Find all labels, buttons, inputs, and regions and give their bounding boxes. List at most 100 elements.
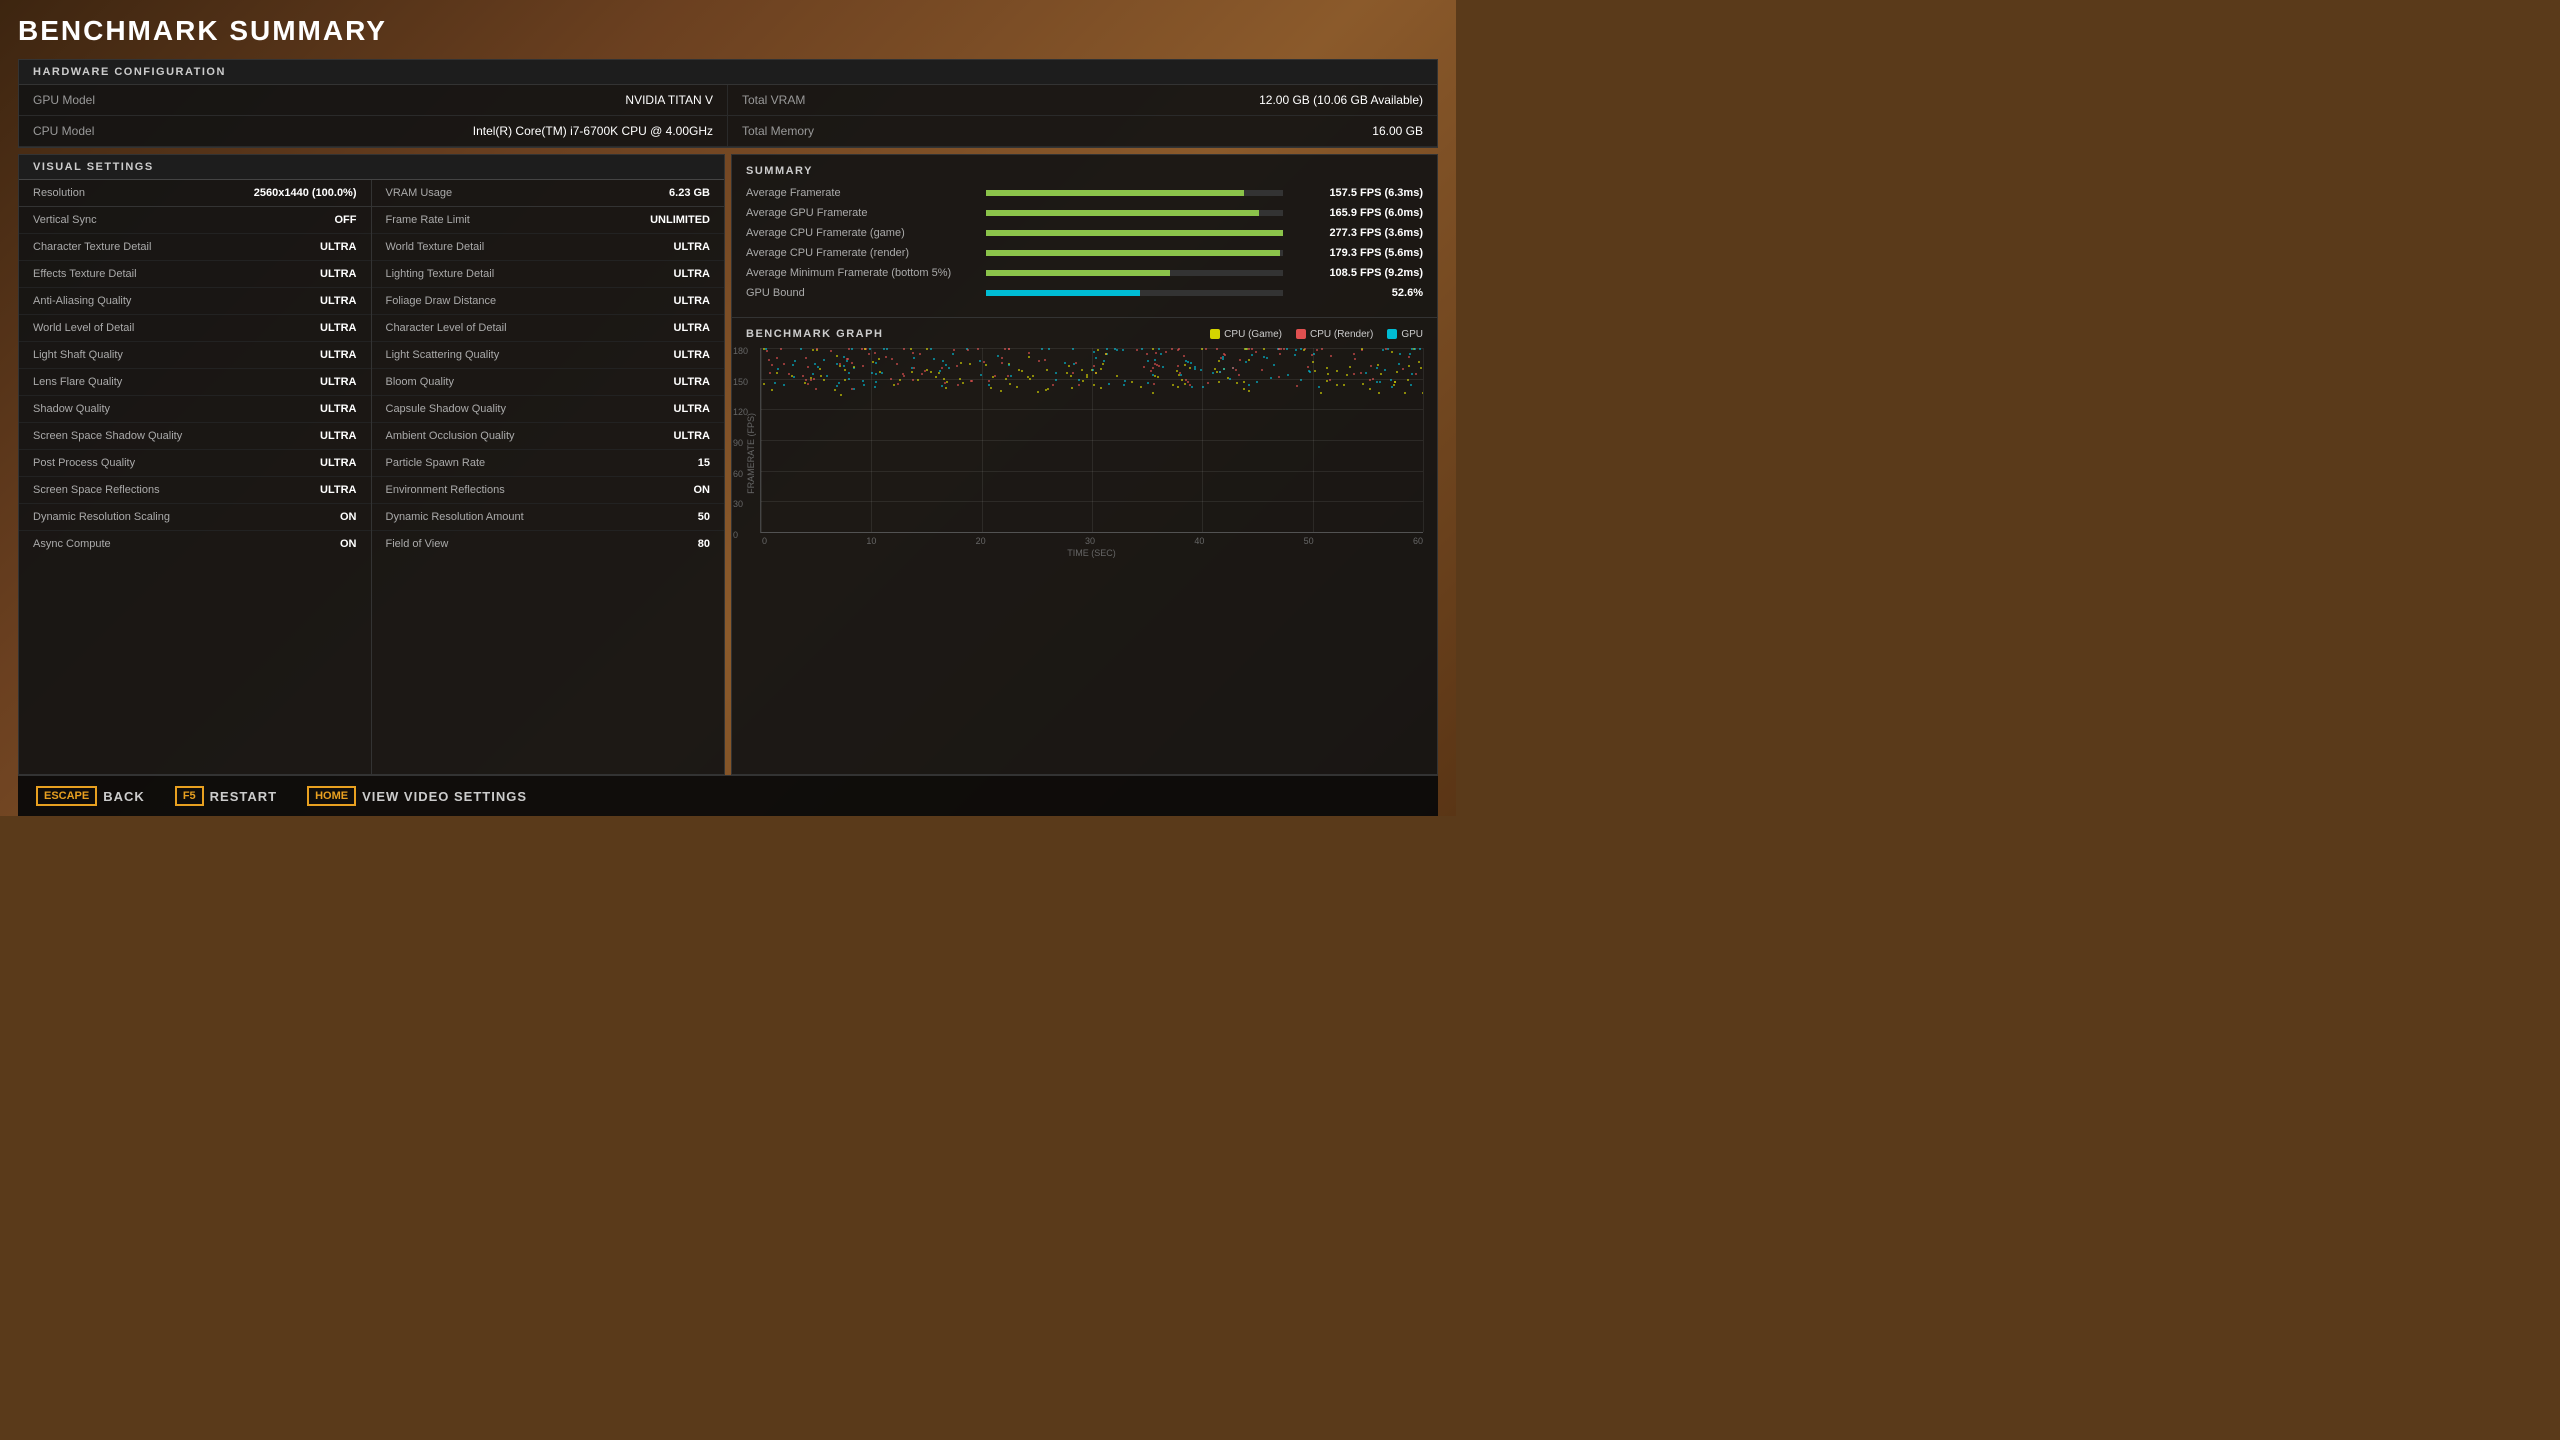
stat-label: GPU Bound [746,287,976,299]
f5-key: F5 [175,786,204,806]
stat-value: 108.5 FPS (9.2ms) [1293,267,1423,279]
setting-value: ULTRA [320,295,356,307]
scatter-dot [994,375,996,377]
back-action[interactable]: ESCAPE BACK [36,786,145,806]
x-label: 50 [1304,536,1314,546]
scatter-dot [1123,384,1125,386]
setting-label: Screen Space Shadow Quality [33,430,320,442]
right-setting-row: Lighting Texture DetailULTRA [372,261,725,288]
visual-settings-header: VISUAL SETTINGS [19,155,724,180]
scatter-dot [1140,386,1142,388]
scatter-dot [874,352,876,354]
scatter-dot [957,384,959,386]
left-setting-row: Anti-Aliasing QualityULTRA [19,288,371,315]
scatter-dot [983,361,985,363]
setting-value: ON [694,484,711,496]
scatter-dot [1378,392,1380,394]
scatter-dot [985,364,987,366]
summary-area: SUMMARY Average Framerate 157.5 FPS (6.3… [732,155,1437,318]
scatter-dot [843,365,845,367]
scatter-dot [1086,376,1088,378]
scatter-dot [1124,380,1126,382]
scatter-dot [1365,372,1367,374]
scatter-dot [826,375,828,377]
scatter-dot [783,384,785,386]
scatter-dot [819,368,821,370]
y-axis-label: FRAMERATE (FPS) [746,413,756,494]
scatter-dot [1370,365,1372,367]
scatter-dot [971,380,973,382]
scatter-dot [1326,380,1328,382]
scatter-dot [1216,371,1218,373]
resolution-setting: Resolution 2560x1440 (100.0%) [19,180,372,206]
page-title: BENCHMARK SUMMARY [18,15,1438,47]
scatter-dot [1066,372,1068,374]
hw-row-vram: Total VRAM 12.00 GB (10.06 GB Available) [728,85,1437,116]
scatter-dot [1001,362,1003,364]
restart-action[interactable]: F5 RESTART [175,786,277,806]
x-label: 30 [1085,536,1095,546]
stats-container: Average Framerate 157.5 FPS (6.3ms) Aver… [746,187,1423,299]
scatter-dot [885,356,887,358]
scatter-dot [1343,384,1345,386]
scatter-dot [788,373,790,375]
left-setting-row: Async ComputeON [19,531,371,557]
grid-line-v [761,348,762,532]
scatter-dot [1336,384,1338,386]
scatter-dot [812,349,814,351]
scatter-dot [771,389,773,391]
scatter-dot [1082,380,1084,382]
scatter-dot [1379,381,1381,383]
scatter-dot [893,384,895,386]
scatter-dot [1266,357,1268,359]
main-two-col: VISUAL SETTINGS Resolution 2560x1440 (10… [18,154,1438,775]
legend: CPU (Game)CPU (Render)GPU [1210,329,1423,340]
scatter-dot [912,352,914,354]
scatter-dot [792,364,794,366]
scatter-dot [1068,365,1070,367]
scatter-dot [846,360,848,362]
hw-label-cpu: CPU Model [33,124,133,138]
scatter-dot [930,371,932,373]
graph-canvas: 1801501209060300 [760,348,1423,533]
stat-bar [986,230,1283,236]
scatter-dot [769,372,771,374]
vram-usage-value: 6.23 GB [669,187,710,199]
scatter-dot [1314,370,1316,372]
scatter-dot [946,381,948,383]
setting-value: ON [340,511,357,523]
stat-label: Average CPU Framerate (game) [746,227,976,239]
scatter-dot [1100,368,1102,370]
x-label: 40 [1194,536,1204,546]
scatter-dot [1362,383,1364,385]
x-labels: 0102030405060 [760,536,1423,546]
video-settings-action[interactable]: HOME VIEW VIDEO SETTINGS [307,786,527,806]
scatter-dot [1245,361,1247,363]
stat-bar-container [986,210,1283,216]
scatter-dot [1243,388,1245,390]
left-setting-row: Screen Space ReflectionsULTRA [19,477,371,504]
setting-value: ULTRA [674,349,710,361]
stat-row: Average CPU Framerate (game) 277.3 FPS (… [746,227,1423,239]
scatter-dot [853,366,855,368]
scatter-dot [1384,369,1386,371]
y-label: 180 [733,346,748,356]
scatter-dot [1153,383,1155,385]
scatter-dot [1075,362,1077,364]
scatter-dot [875,362,877,364]
setting-value: ULTRA [674,403,710,415]
scatter-dot [1404,392,1406,394]
scatter-dot [844,369,846,371]
scatter-dot [1190,362,1192,364]
hw-label-vram: Total VRAM [742,93,842,107]
scatter-dot [1409,353,1411,355]
scatter-dot [875,373,877,375]
scatter-dot [942,360,944,362]
scatter-dot [1239,359,1241,361]
left-setting-row: Dynamic Resolution ScalingON [19,504,371,531]
scatter-dot [1187,361,1189,363]
scatter-dot [944,382,946,384]
x-axis-title: TIME (SEC) [760,548,1423,558]
y-label: 30 [733,499,743,509]
scatter-dot [1408,356,1410,358]
